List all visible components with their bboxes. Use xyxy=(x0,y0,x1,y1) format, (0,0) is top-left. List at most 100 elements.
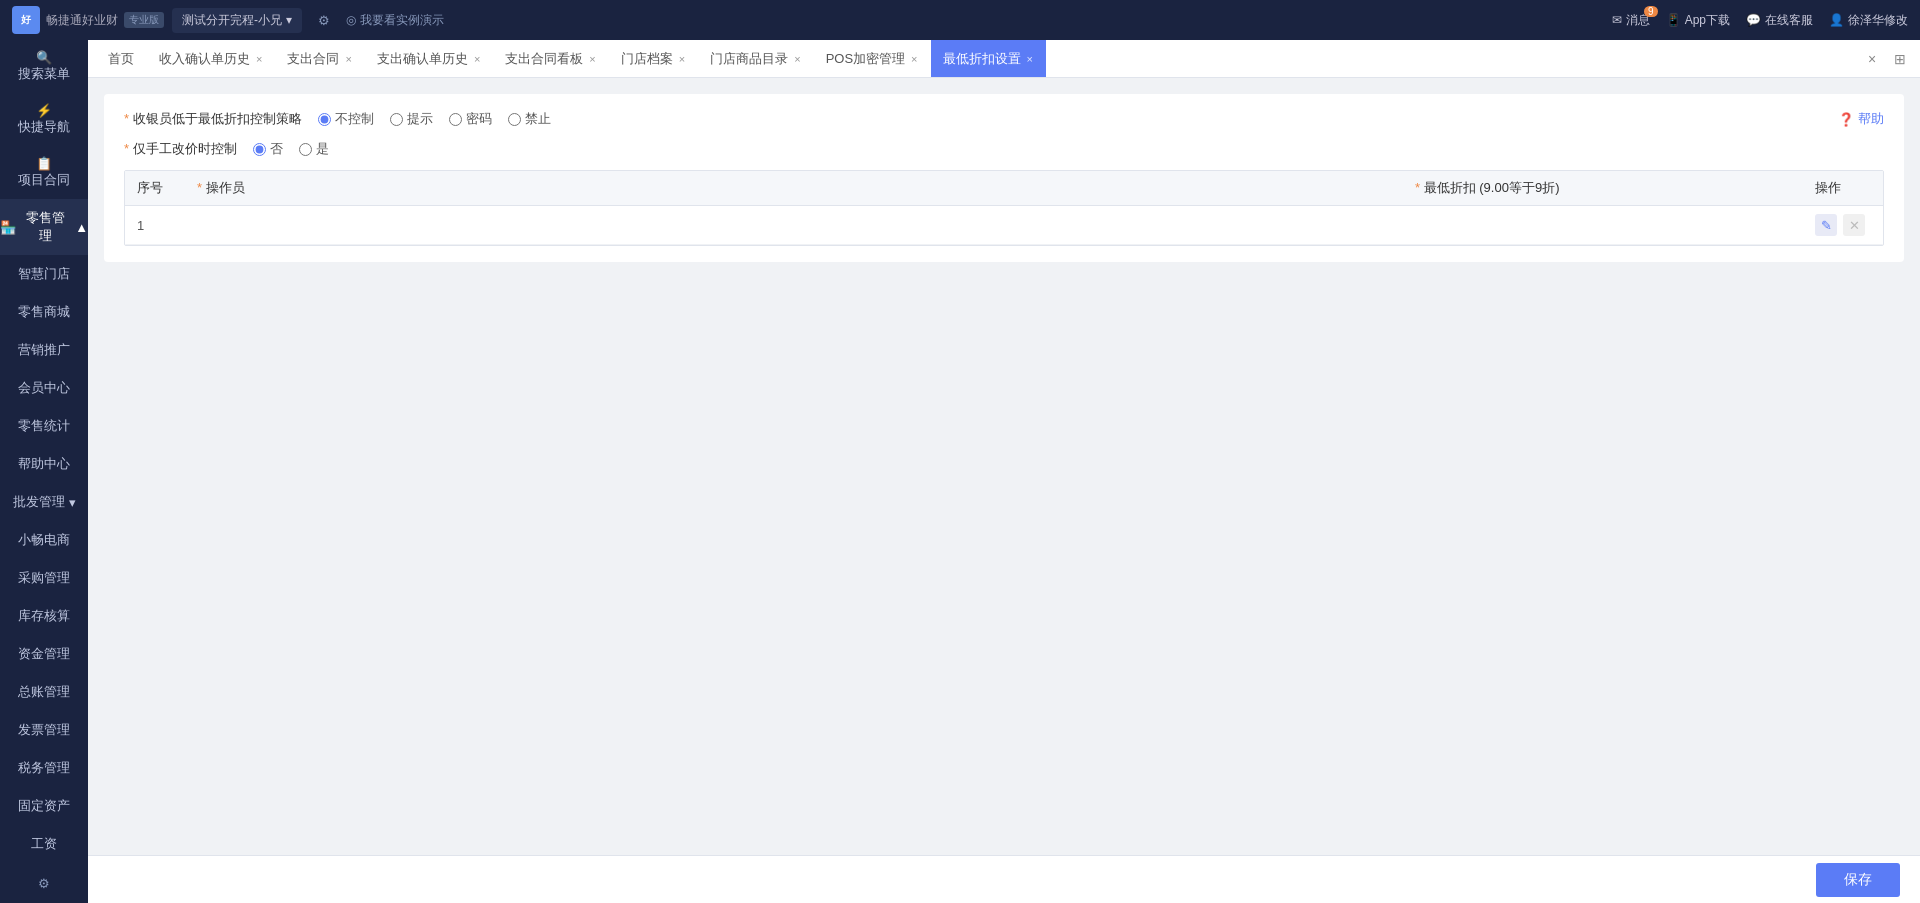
tab-close-store-file[interactable]: × xyxy=(679,53,685,65)
col-operator-label: 操作员 xyxy=(206,180,245,195)
sidebar-label-project: 项目合同 xyxy=(0,171,88,189)
row-delete-btn[interactable]: ✕ xyxy=(1843,214,1865,236)
sidebar-item-project[interactable]: 📋 项目合同 xyxy=(0,146,88,199)
project-icon: 📋 xyxy=(0,156,88,171)
radio-password-input[interactable] xyxy=(449,113,462,126)
cell-actions: ✎ ✕ xyxy=(1803,206,1883,244)
sidebar-item-salary[interactable]: 工资 xyxy=(0,825,88,863)
radio-password[interactable]: 密码 xyxy=(449,110,492,128)
bottom-bar: 保存 xyxy=(88,855,1920,903)
tab-close-contract[interactable]: × xyxy=(345,53,351,65)
tab-income[interactable]: 收入确认单历史 × xyxy=(147,40,275,78)
tab-close-payment-confirm[interactable]: × xyxy=(474,53,480,65)
sidebar-item-capital[interactable]: 资金管理 xyxy=(0,635,88,673)
tab-close-contract-board[interactable]: × xyxy=(589,53,595,65)
sidebar-label-smart-store: 智慧门店 xyxy=(0,265,88,283)
radio-forbidden-input[interactable] xyxy=(508,113,521,126)
discount-table: 序号 操作员 最低折扣 (9.00等于9折) 操作 1 xyxy=(124,170,1884,246)
sidebar-item-help[interactable]: 帮助中心 xyxy=(0,445,88,483)
project-selector[interactable]: 测试分开完程-小兄 ▾ xyxy=(172,8,302,33)
tab-contract[interactable]: 支出合同 × xyxy=(275,40,364,78)
sidebar: 🔍 搜索菜单 ⚡ 快捷导航 📋 项目合同 🏪 零售管理 ▲ 智慧门店 零售商城 … xyxy=(0,40,88,903)
sidebar-item-smart-store[interactable]: 智慧门店 xyxy=(0,255,88,293)
top-bar: 好 畅捷通好业财 专业版 测试分开完程-小兄 ▾ ⚙ ◎ 我要看实例演示 ✉ 消… xyxy=(0,0,1920,40)
sidebar-item-purchase[interactable]: 采购管理 xyxy=(0,559,88,597)
app-download-btn[interactable]: 📱 App下载 xyxy=(1666,12,1730,29)
sidebar-item-retail[interactable]: 🏪 零售管理 ▲ xyxy=(0,199,88,255)
message-icon: ✉ xyxy=(1612,13,1622,27)
radio-manual-yes[interactable]: 是 xyxy=(299,140,329,158)
tab-close-min-discount[interactable]: × xyxy=(1027,53,1033,65)
search-icon: 🔍 xyxy=(0,50,88,65)
online-service-btn[interactable]: 💬 在线客服 xyxy=(1746,12,1813,29)
tab-label-contract-board: 支出合同看板 xyxy=(505,50,583,68)
sidebar-item-online-store[interactable]: 零售商城 xyxy=(0,293,88,331)
demo-btn[interactable]: ◎ 我要看实例演示 xyxy=(346,12,444,29)
top-bar-left: 好 畅捷通好业财 专业版 测试分开完程-小兄 ▾ ⚙ ◎ 我要看实例演示 xyxy=(12,6,444,34)
sidebar-label-search: 搜索菜单 xyxy=(0,65,88,83)
tab-home[interactable]: 首页 xyxy=(96,40,147,78)
tab-close-income[interactable]: × xyxy=(256,53,262,65)
help-label: 帮助 xyxy=(1858,110,1884,128)
wholesale-sub-icon: ▾ xyxy=(69,495,76,510)
tab-payment-confirm[interactable]: 支出确认单历史 × xyxy=(365,40,493,78)
radio-prompt[interactable]: 提示 xyxy=(390,110,433,128)
tab-pos-pwd[interactable]: POS加密管理 × xyxy=(814,40,931,78)
sidebar-item-ledger[interactable]: 总账管理 xyxy=(0,673,88,711)
topbar-settings-btn[interactable]: ⚙ xyxy=(310,6,338,34)
message-badge: 9 xyxy=(1644,6,1658,17)
radio-manual-yes-input[interactable] xyxy=(299,143,312,156)
tab-store-goods[interactable]: 门店商品目录 × xyxy=(698,40,813,78)
user-avatar-icon: 👤 xyxy=(1829,13,1844,27)
discount-policy-row: 收银员低于最低折扣控制策略 不控制 提示 密码 xyxy=(124,110,1884,128)
col-min-discount-label: 最低折扣 (9.00等于9折) xyxy=(1424,180,1560,195)
radio-forbidden[interactable]: 禁止 xyxy=(508,110,551,128)
radio-no-control-label: 不控制 xyxy=(335,110,374,128)
sidebar-item-wholesale[interactable]: 批发管理 ▾ xyxy=(0,483,88,521)
sidebar-label-capital: 资金管理 xyxy=(0,645,88,663)
radio-no-control-input[interactable] xyxy=(318,113,331,126)
sidebar-item-shortcut[interactable]: ⚡ 快捷导航 xyxy=(0,93,88,146)
tab-label-pos-pwd: POS加密管理 xyxy=(826,50,905,68)
help-link[interactable]: ❓ 帮助 xyxy=(1838,110,1884,128)
radio-manual-no[interactable]: 否 xyxy=(253,140,283,158)
settings-icon: ⚙ xyxy=(318,13,330,28)
sidebar-item-marketing[interactable]: 营销推广 xyxy=(0,331,88,369)
sidebar-item-assets[interactable]: 固定资产 xyxy=(0,787,88,825)
app-name: 畅捷通好业财 xyxy=(46,12,118,29)
radio-password-label: 密码 xyxy=(466,110,492,128)
user-name: 徐泽华修改 xyxy=(1848,12,1908,29)
tab-close-all-btn[interactable]: × xyxy=(1860,47,1884,71)
sidebar-item-member[interactable]: 会员中心 xyxy=(0,369,88,407)
radio-prompt-input[interactable] xyxy=(390,113,403,126)
sidebar-label-invoice: 发票管理 xyxy=(0,721,88,739)
radio-prompt-label: 提示 xyxy=(407,110,433,128)
top-bar-right: ✉ 消息 9 📱 App下载 💬 在线客服 👤 徐泽华修改 xyxy=(1612,12,1908,29)
demo-label: 我要看实例演示 xyxy=(360,12,444,29)
sidebar-label-retail-stats: 零售统计 xyxy=(0,417,88,435)
tab-close-store-goods[interactable]: × xyxy=(794,53,800,65)
radio-forbidden-label: 禁止 xyxy=(525,110,551,128)
save-button[interactable]: 保存 xyxy=(1816,863,1900,897)
tab-min-discount[interactable]: 最低折扣设置 × xyxy=(931,40,1046,78)
user-info[interactable]: 👤 徐泽华修改 xyxy=(1829,12,1908,29)
tab-store-file[interactable]: 门店档案 × xyxy=(609,40,698,78)
col-min-discount: 最低折扣 (9.00等于9折) xyxy=(1403,171,1803,205)
cell-operator xyxy=(185,206,1403,244)
col-operator: 操作员 xyxy=(185,171,1403,205)
tab-expand-btn[interactable]: ⊞ xyxy=(1888,47,1912,71)
sidebar-settings-btn[interactable]: ⚙ xyxy=(0,864,88,903)
radio-manual-no-input[interactable] xyxy=(253,143,266,156)
tab-close-pos-pwd[interactable]: × xyxy=(911,53,917,65)
sidebar-item-invoice[interactable]: 发票管理 xyxy=(0,711,88,749)
message-btn[interactable]: ✉ 消息 9 xyxy=(1612,12,1650,29)
sidebar-label-ecommerce: 小畅电商 xyxy=(0,531,88,549)
sidebar-item-retail-stats[interactable]: 零售统计 xyxy=(0,407,88,445)
sidebar-item-search[interactable]: 🔍 搜索菜单 xyxy=(0,40,88,93)
sidebar-item-inventory[interactable]: 库存核算 xyxy=(0,597,88,635)
tab-contract-board[interactable]: 支出合同看板 × xyxy=(493,40,608,78)
row-edit-btn[interactable]: ✎ xyxy=(1815,214,1837,236)
sidebar-item-tax[interactable]: 税务管理 xyxy=(0,749,88,787)
sidebar-item-ecommerce[interactable]: 小畅电商 xyxy=(0,521,88,559)
radio-no-control[interactable]: 不控制 xyxy=(318,110,374,128)
